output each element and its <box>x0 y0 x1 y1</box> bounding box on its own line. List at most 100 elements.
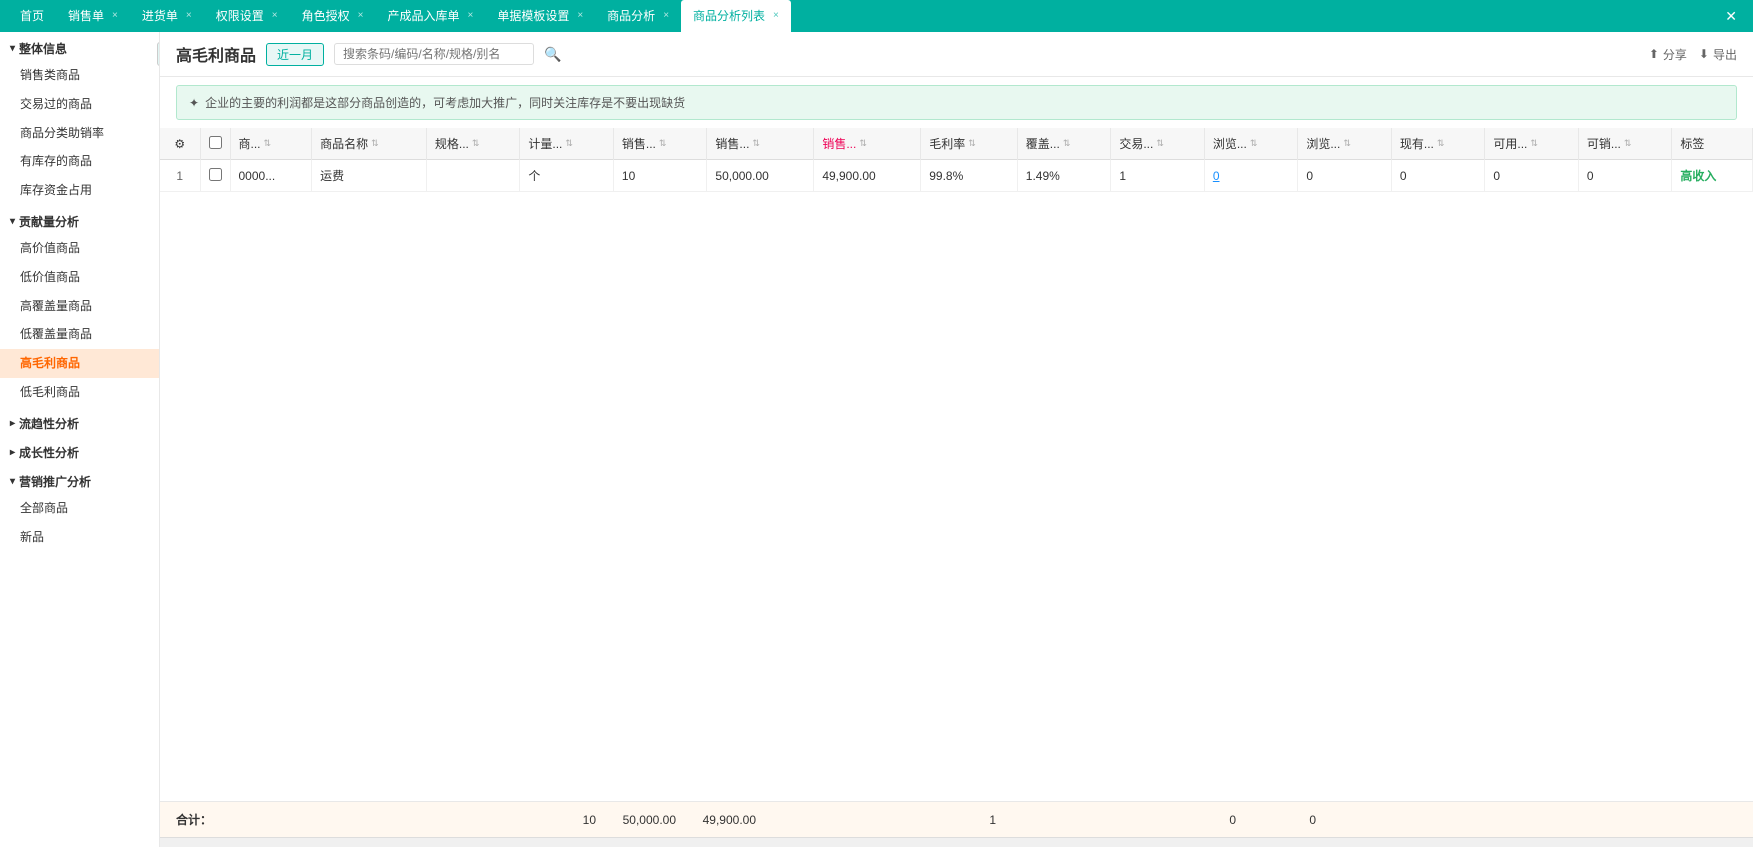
sort-icon: ⇅ <box>659 138 667 149</box>
close-icon[interactable]: × <box>112 0 118 32</box>
sidebar-item-low-coverage[interactable]: 低覆盖量商品 <box>0 320 159 349</box>
close-icon[interactable]: × <box>663 0 669 32</box>
row-code: 0000... <box>230 160 312 192</box>
footer-totals: 合计： 10 50,000.00 49,900.00 1 0 0 <box>160 801 1753 837</box>
row-checkbox-cell[interactable] <box>200 160 230 192</box>
sidebar-item-high-value[interactable]: 高价值商品 <box>0 234 159 263</box>
chevron-down-icon: ▾ <box>10 476 15 487</box>
chevron-down-icon: ▾ <box>10 216 15 227</box>
sidebar-section-contribution[interactable]: ▾ 贡献量分析 <box>0 205 159 234</box>
sidebar-item-traded-goods[interactable]: 交易过的商品 <box>0 90 159 119</box>
close-icon[interactable]: × <box>186 0 192 32</box>
col-checkbox[interactable] <box>200 128 230 160</box>
chevron-down-icon: ▾ <box>10 43 15 54</box>
nav-product-stock[interactable]: 产成品入库单 × <box>375 0 485 32</box>
search-input[interactable] <box>334 43 534 65</box>
nav-product-analysis[interactable]: 商品分析 × <box>595 0 681 32</box>
row-checkbox[interactable] <box>209 168 222 181</box>
sidebar-item-all-goods[interactable]: 全部商品 <box>0 494 159 523</box>
sort-icon: ⇅ <box>264 138 272 149</box>
col-unit: 计量... ⇅ <box>520 128 614 160</box>
sort-icon: ⇅ <box>1063 138 1071 149</box>
footer-sales-profit: 49,900.00 <box>692 813 772 827</box>
content-area: 高毛利商品 近一月 🔍 ⬆ 分享 ⬇ 导出 ✦ 企业的主要的利润都是这部分商品创… <box>160 32 1753 847</box>
col-name: 商品名称 ⇅ <box>312 128 427 160</box>
sidebar-item-category-sales-rate[interactable]: 商品分类助销率 <box>0 119 159 148</box>
col-code: 商... ⇅ <box>230 128 312 160</box>
nav-template[interactable]: 单据模板设置 × <box>485 0 595 32</box>
sort-icon: ⇅ <box>968 138 976 149</box>
table-row: 1 0000... 运费 个 10 50,000.00 49,900.00 99… <box>160 160 1753 192</box>
content-header: 高毛利商品 近一月 🔍 ⬆ 分享 ⬇ 导出 <box>160 32 1753 77</box>
footer-sales-amount: 50,000.00 <box>612 813 692 827</box>
sort-icon: ⇅ <box>1250 138 1258 149</box>
close-icon[interactable]: × <box>467 0 473 32</box>
close-icon[interactable]: × <box>577 0 583 32</box>
sidebar-item-high-margin[interactable]: 高毛利商品 <box>0 349 159 378</box>
col-available: 可用... ⇅ <box>1485 128 1579 160</box>
nav-permissions[interactable]: 权限设置 × <box>204 0 290 32</box>
info-banner: ✦ 企业的主要的利润都是这部分商品创造的，可考虑加大推广，同时关注库存是不要出现… <box>176 85 1737 120</box>
sort-icon: ⇅ <box>1530 138 1538 149</box>
filter-recent-month-button[interactable]: 近一月 <box>266 43 324 66</box>
info-icon: ✦ <box>189 96 199 110</box>
col-coverage: 覆盖... ⇅ <box>1017 128 1111 160</box>
horizontal-scrollbar[interactable] <box>160 837 1753 847</box>
close-icon[interactable]: × <box>773 0 779 32</box>
col-settings[interactable]: ⚙ <box>160 128 200 160</box>
nav-home[interactable]: 首页 <box>8 0 56 32</box>
sidebar-section-overall[interactable]: ▾ 整体信息 <box>0 32 159 61</box>
row-saleable: 0 <box>1578 160 1672 192</box>
close-icon[interactable]: × <box>272 0 278 32</box>
sort-icon: ⇅ <box>371 138 379 149</box>
col-gross-margin: 毛利率 ⇅ <box>921 128 1018 160</box>
row-number: 1 <box>160 160 200 192</box>
sort-icon: ⇅ <box>1437 138 1445 149</box>
sidebar-item-low-value[interactable]: 低价值商品 <box>0 263 159 292</box>
chevron-right-icon: ▸ <box>10 447 15 458</box>
row-available: 0 <box>1485 160 1579 192</box>
share-button[interactable]: ⬆ 分享 <box>1649 46 1687 63</box>
col-browse1: 浏览... ⇅ <box>1204 128 1298 160</box>
row-name: 运费 <box>312 160 427 192</box>
row-browse1[interactable]: 0 <box>1204 160 1298 192</box>
select-all-checkbox[interactable] <box>209 136 222 149</box>
nav-purchase[interactable]: 进货单 × <box>130 0 204 32</box>
sidebar-toggle[interactable]: « <box>157 42 160 66</box>
sidebar-item-high-coverage[interactable]: 高覆盖量商品 <box>0 292 159 321</box>
col-sales-profit: 销售... ⇅ <box>814 128 921 160</box>
window-close-button[interactable]: ✕ <box>1717 8 1745 25</box>
sidebar-item-stock-capital[interactable]: 库存资金占用 <box>0 176 159 205</box>
row-sales-qty: 10 <box>613 160 707 192</box>
sidebar-item-sales-goods[interactable]: 销售类商品 <box>0 61 159 90</box>
page-title: 高毛利商品 <box>176 42 256 66</box>
row-browse2: 0 <box>1298 160 1392 192</box>
row-trade: 1 <box>1111 160 1205 192</box>
export-button[interactable]: ⬇ 导出 <box>1699 46 1737 63</box>
nav-sales[interactable]: 销售单 × <box>56 0 130 32</box>
sidebar-item-in-stock-goods[interactable]: 有库存的商品 <box>0 147 159 176</box>
col-browse2: 浏览... ⇅ <box>1298 128 1392 160</box>
row-gross-margin: 99.8% <box>921 160 1018 192</box>
sidebar-section-growth[interactable]: ▸ 成长性分析 <box>0 436 159 465</box>
sort-icon: ⇅ <box>1343 138 1351 149</box>
sidebar-item-low-margin[interactable]: 低毛利商品 <box>0 378 159 407</box>
sidebar-section-trend[interactable]: ▸ 流趋性分析 <box>0 407 159 436</box>
sidebar-section-marketing[interactable]: ▾ 营销推广分析 <box>0 465 159 494</box>
row-spec <box>426 160 520 192</box>
sidebar-item-new-goods[interactable]: 新品 <box>0 523 159 552</box>
row-tag: 高收入 <box>1672 160 1753 192</box>
col-tag: 标签 <box>1672 128 1753 160</box>
nav-product-analysis-list[interactable]: 商品分析列表 × <box>681 0 791 32</box>
export-icon: ⬇ <box>1699 47 1709 61</box>
footer-trade: 1 <box>932 813 1012 827</box>
table-body: 1 0000... 运费 个 10 50,000.00 49,900.00 99… <box>160 160 1753 192</box>
close-icon[interactable]: × <box>358 0 364 32</box>
search-button[interactable]: 🔍 <box>544 46 561 63</box>
col-saleable: 可销... ⇅ <box>1578 128 1672 160</box>
sidebar: « ▾ 整体信息 销售类商品 交易过的商品 商品分类助销率 有库存的商品 库存资… <box>0 32 160 847</box>
row-coverage: 1.49% <box>1017 160 1111 192</box>
sort-icon: ⇅ <box>472 138 480 149</box>
sort-icon: ⇅ <box>752 138 760 149</box>
nav-roles[interactable]: 角色授权 × <box>290 0 376 32</box>
